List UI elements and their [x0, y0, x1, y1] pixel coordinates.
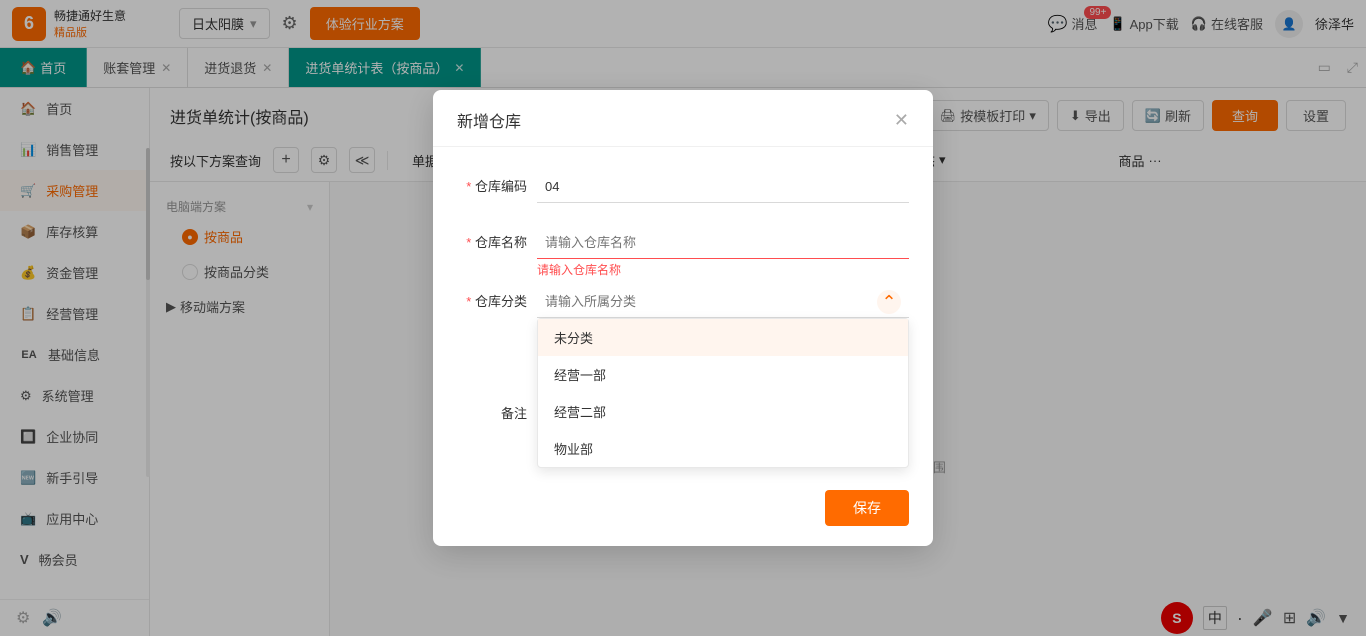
name-input[interactable]: [537, 227, 909, 259]
save-button[interactable]: 保存: [825, 490, 909, 526]
code-label: * 仓库编码: [457, 171, 537, 203]
modal-header: 新增仓库 ✕: [433, 90, 933, 147]
modal-body: * 仓库编码 * 仓库名称 请输入仓库名称 *: [433, 147, 933, 462]
form-row-name: * 仓库名称 请输入仓库名称: [457, 227, 909, 278]
dropdown-item-property[interactable]: 物业部: [538, 430, 908, 467]
modal-footer: 保存: [433, 478, 933, 546]
code-input[interactable]: [537, 171, 909, 203]
modal-title: 新增仓库: [457, 108, 521, 132]
category-label: * 仓库分类: [457, 286, 537, 318]
modal-close-btn[interactable]: ✕: [894, 111, 909, 129]
dropdown-item-uncategorized[interactable]: 未分类: [538, 319, 908, 356]
category-dropdown: 未分类 经营一部 经营二部 物业部: [537, 318, 909, 468]
form-row-category: * 仓库分类 ⌃ 未分类 经营一部: [457, 286, 909, 318]
modal: 新增仓库 ✕ * 仓库编码 * 仓库名称: [433, 90, 933, 546]
modal-overlay[interactable]: 新增仓库 ✕ * 仓库编码 * 仓库名称: [0, 0, 1366, 636]
name-label: * 仓库名称: [457, 227, 537, 259]
dropdown-item-dept2[interactable]: 经营二部: [538, 393, 908, 430]
category-arrow-icon[interactable]: ⌃: [877, 290, 901, 314]
category-input[interactable]: [537, 286, 909, 318]
dropdown-item-dept1[interactable]: 经营一部: [538, 356, 908, 393]
remark-label: 备注: [457, 398, 537, 430]
form-row-code: * 仓库编码: [457, 171, 909, 203]
name-error-msg: 请输入仓库名称: [537, 261, 909, 278]
